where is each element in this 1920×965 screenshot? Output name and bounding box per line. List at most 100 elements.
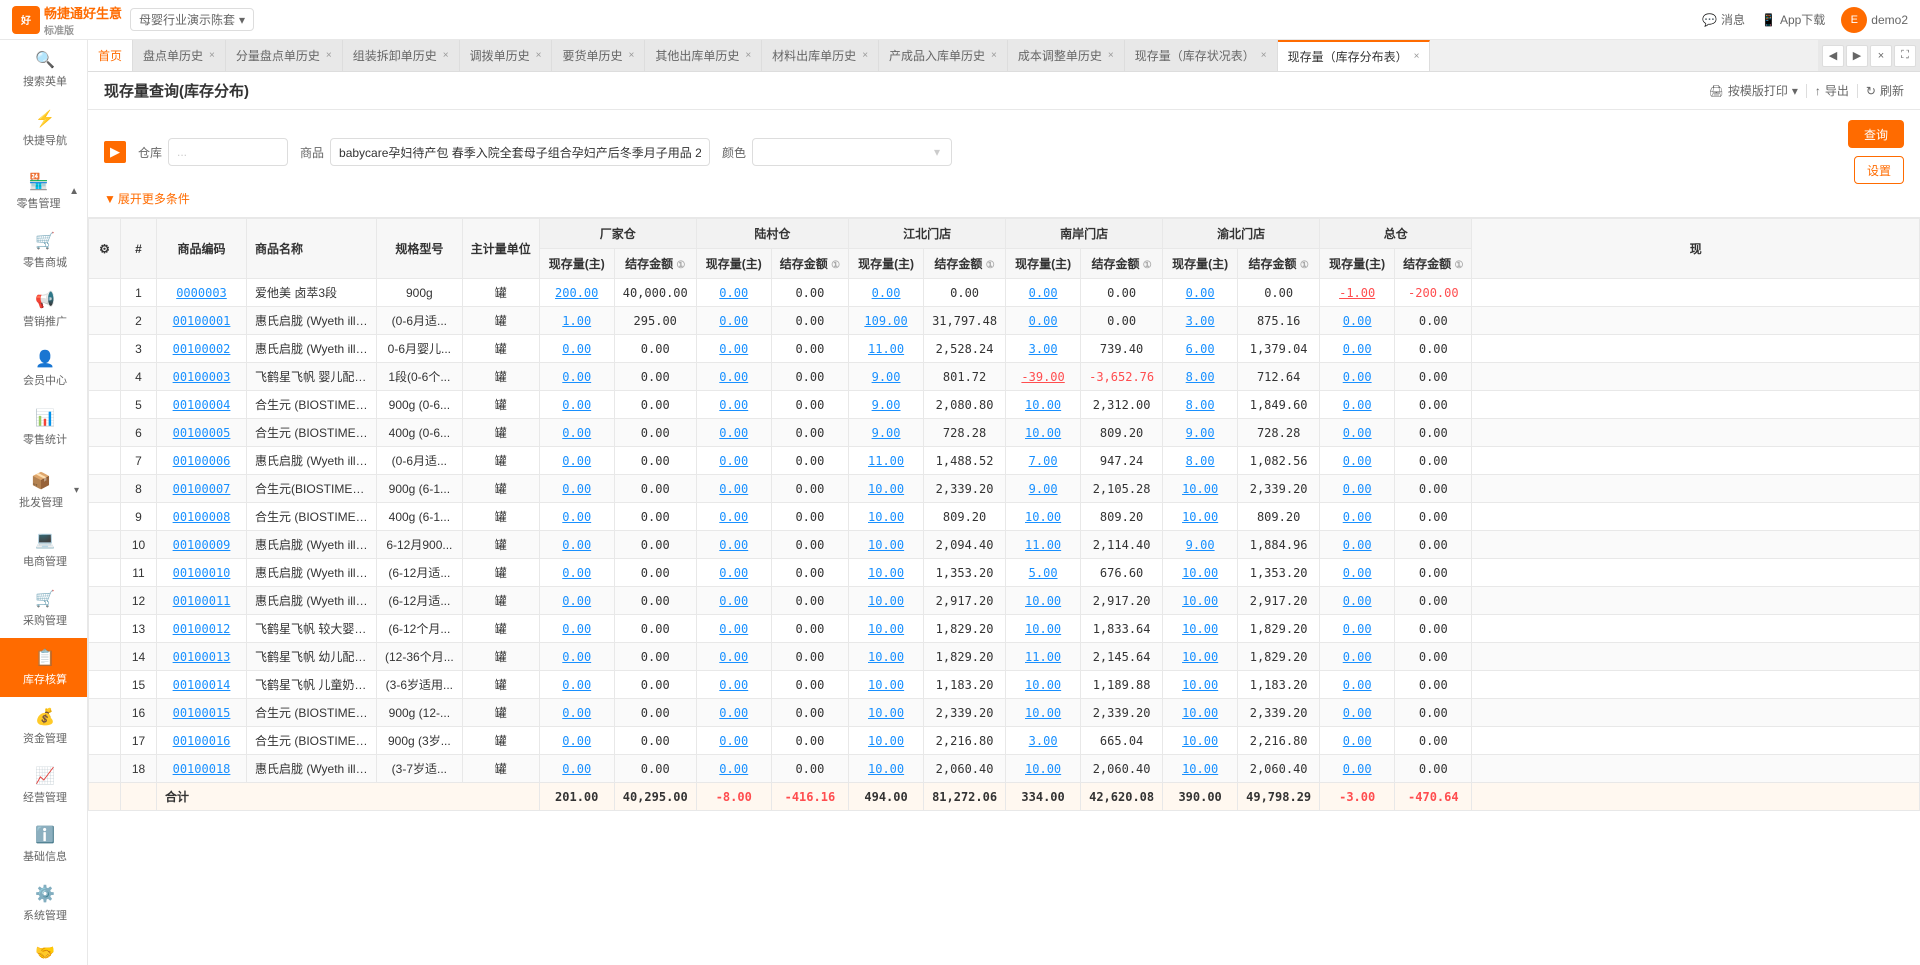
td-nanan-qty[interactable]: 3.00	[1006, 727, 1081, 755]
sidebar-item-search[interactable]: 🔍 搜索英单	[0, 40, 87, 99]
td-total-qty[interactable]: 0.00	[1320, 643, 1395, 671]
td-nanan-qty[interactable]: 9.00	[1006, 475, 1081, 503]
td-jiangbei-qty[interactable]: 10.00	[849, 699, 924, 727]
sidebar-item-member[interactable]: 👤 会员中心	[0, 339, 87, 398]
td-total-qty[interactable]: 0.00	[1320, 559, 1395, 587]
td-total-qty[interactable]: 0.00	[1320, 335, 1395, 363]
th-gear[interactable]: ⚙	[89, 219, 121, 279]
sidebar-item-system[interactable]: ⚙️ 系统管理	[0, 874, 87, 933]
tab-close-icon[interactable]: ×	[536, 50, 542, 61]
tab-stock-dist[interactable]: 现存量（库存分布表） ×	[1278, 40, 1431, 71]
td-code[interactable]: 00100010	[157, 559, 247, 587]
td-yubei-qty[interactable]: 10.00	[1163, 475, 1238, 503]
tab-close-icon[interactable]: ×	[1261, 50, 1267, 61]
td-yubei-qty[interactable]: 6.00	[1163, 335, 1238, 363]
sidebar-item-basic[interactable]: ℹ️ 基础信息	[0, 815, 87, 874]
td-yubei-qty[interactable]: 10.00	[1163, 671, 1238, 699]
tab-close-icon[interactable]: ×	[862, 50, 868, 61]
td-jiangbei-qty[interactable]: 10.00	[849, 671, 924, 699]
td-code[interactable]: 00100016	[157, 727, 247, 755]
td-code[interactable]: 00100018	[157, 755, 247, 783]
td-total-qty[interactable]: 0.00	[1320, 307, 1395, 335]
tab-close-icon[interactable]: ×	[745, 50, 751, 61]
td-jiangbei-qty[interactable]: 10.00	[849, 587, 924, 615]
td-changjia-qty[interactable]: 0.00	[539, 531, 614, 559]
td-lucun-qty[interactable]: 0.00	[696, 447, 771, 475]
sidebar-item-retail-store[interactable]: 🛒 零售商城	[0, 221, 87, 280]
td-code[interactable]: 00100007	[157, 475, 247, 503]
td-total-qty[interactable]: 0.00	[1320, 671, 1395, 699]
td-total-qty[interactable]: 0.00	[1320, 419, 1395, 447]
product-input[interactable]	[330, 138, 710, 166]
td-nanan-qty[interactable]: -39.00	[1006, 363, 1081, 391]
tab-sub-inventory[interactable]: 分量盘点单历史 ×	[226, 40, 343, 71]
td-jiangbei-qty[interactable]: 10.00	[849, 643, 924, 671]
td-changjia-qty[interactable]: 0.00	[539, 391, 614, 419]
td-jiangbei-qty[interactable]: 109.00	[849, 307, 924, 335]
sidebar-item-inventory[interactable]: 📋 库存核算	[0, 638, 87, 697]
tab-home[interactable]: 首页	[88, 40, 133, 71]
td-yubei-qty[interactable]: 8.00	[1163, 447, 1238, 475]
tab-fullscreen-btn[interactable]: ⛶	[1894, 45, 1916, 67]
tab-stock-status[interactable]: 现存量（库存状况表） ×	[1125, 40, 1278, 71]
td-nanan-qty[interactable]: 10.00	[1006, 391, 1081, 419]
td-nanan-qty[interactable]: 10.00	[1006, 419, 1081, 447]
sidebar-item-purchase[interactable]: 🛒 采购管理	[0, 579, 87, 638]
td-changjia-qty[interactable]: 0.00	[539, 419, 614, 447]
td-changjia-qty[interactable]: 0.00	[539, 587, 614, 615]
td-lucun-qty[interactable]: 0.00	[696, 559, 771, 587]
td-code[interactable]: 00100003	[157, 363, 247, 391]
tab-close-icon[interactable]: ×	[443, 50, 449, 61]
user-menu[interactable]: E demo2	[1841, 7, 1908, 33]
td-nanan-qty[interactable]: 10.00	[1006, 699, 1081, 727]
td-code[interactable]: 0000003	[157, 279, 247, 307]
td-jiangbei-qty[interactable]: 11.00	[849, 335, 924, 363]
td-total-qty[interactable]: 0.00	[1320, 727, 1395, 755]
td-code[interactable]: 00100014	[157, 671, 247, 699]
td-code[interactable]: 00100012	[157, 615, 247, 643]
td-jiangbei-qty[interactable]: 9.00	[849, 391, 924, 419]
sidebar-item-ecommerce[interactable]: 💻 电商管理	[0, 520, 87, 579]
td-jiangbei-qty[interactable]: 10.00	[849, 531, 924, 559]
td-changjia-qty[interactable]: 0.00	[539, 363, 614, 391]
td-total-qty[interactable]: 0.00	[1320, 587, 1395, 615]
td-total-qty[interactable]: 0.00	[1320, 531, 1395, 559]
tab-requisition[interactable]: 要货单历史 ×	[552, 40, 645, 71]
td-changjia-qty[interactable]: 1.00	[539, 307, 614, 335]
td-yubei-qty[interactable]: 9.00	[1163, 531, 1238, 559]
td-changjia-qty[interactable]: 0.00	[539, 643, 614, 671]
sidebar-item-retail-mgmt[interactable]: 🏪 零售管理 ▲	[0, 162, 87, 221]
td-nanan-qty[interactable]: 3.00	[1006, 335, 1081, 363]
td-total-qty[interactable]: 0.00	[1320, 755, 1395, 783]
tab-product-in[interactable]: 产成品入库单历史 ×	[879, 40, 1008, 71]
td-lucun-qty[interactable]: 0.00	[696, 587, 771, 615]
td-nanan-qty[interactable]: 10.00	[1006, 587, 1081, 615]
td-yubei-qty[interactable]: 10.00	[1163, 727, 1238, 755]
tab-inventory-check[interactable]: 盘点单历史 ×	[133, 40, 226, 71]
td-lucun-qty[interactable]: 0.00	[696, 335, 771, 363]
td-jiangbei-qty[interactable]: 10.00	[849, 503, 924, 531]
td-yubei-qty[interactable]: 8.00	[1163, 363, 1238, 391]
td-nanan-qty[interactable]: 10.00	[1006, 503, 1081, 531]
td-lucun-qty[interactable]: 0.00	[696, 615, 771, 643]
td-yubei-qty[interactable]: 10.00	[1163, 587, 1238, 615]
td-total-qty[interactable]: 0.00	[1320, 391, 1395, 419]
tab-close-icon[interactable]: ×	[628, 50, 634, 61]
td-lucun-qty[interactable]: 0.00	[696, 699, 771, 727]
td-jiangbei-qty[interactable]: 10.00	[849, 755, 924, 783]
td-total-qty[interactable]: 0.00	[1320, 475, 1395, 503]
tab-prev-btn[interactable]: ◀	[1822, 45, 1844, 67]
td-total-qty[interactable]: 0.00	[1320, 363, 1395, 391]
td-changjia-qty[interactable]: 0.00	[539, 475, 614, 503]
sidebar-item-operations[interactable]: 📈 经营管理	[0, 756, 87, 815]
td-lucun-qty[interactable]: 0.00	[696, 419, 771, 447]
td-code[interactable]: 00100002	[157, 335, 247, 363]
tab-cost-adjust[interactable]: 成本调整单历史 ×	[1008, 40, 1125, 71]
td-jiangbei-qty[interactable]: 10.00	[849, 615, 924, 643]
sidebar-item-finance[interactable]: 💰 资金管理	[0, 697, 87, 756]
tab-material-out[interactable]: 材料出库单历史 ×	[762, 40, 879, 71]
td-changjia-qty[interactable]: 0.00	[539, 615, 614, 643]
td-jiangbei-qty[interactable]: 10.00	[849, 475, 924, 503]
td-lucun-qty[interactable]: 0.00	[696, 531, 771, 559]
sidebar-item-wholesale[interactable]: 📦 批发管理 ▾	[0, 461, 87, 520]
